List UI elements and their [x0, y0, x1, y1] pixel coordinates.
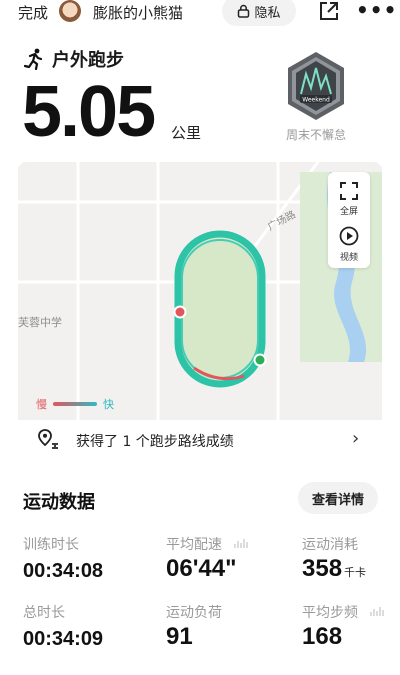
- stat-label-avg-pace: 平均配速: [166, 537, 222, 553]
- privacy-label: 隐私: [254, 5, 281, 21]
- stat-label-calories: 运动消耗: [302, 537, 358, 553]
- pace-legend: 慢 快: [36, 396, 114, 412]
- privacy-button[interactable]: 隐私: [222, 0, 296, 26]
- fullscreen-button[interactable]: 全屏: [328, 176, 370, 220]
- weekend-badge-icon[interactable]: Weekend: [284, 50, 348, 122]
- trend-chart-icon: [370, 607, 384, 616]
- fullscreen-icon: [340, 182, 358, 200]
- play-icon: [339, 226, 359, 246]
- distance-unit: 公里: [171, 124, 202, 142]
- trend-chart-icon: [234, 539, 248, 548]
- done-button[interactable]: 完成: [18, 2, 48, 23]
- share-icon[interactable]: [318, 0, 340, 22]
- legend-fast: 快: [103, 398, 114, 411]
- section-title: 运动数据: [23, 492, 95, 513]
- running-icon: [24, 48, 43, 70]
- avatar[interactable]: [59, 0, 81, 22]
- map-label-school: 芙蓉中学: [18, 316, 62, 329]
- fullscreen-label: 全屏: [339, 207, 358, 217]
- stat-value-total-time: 00:34:09: [23, 628, 104, 650]
- video-label: 视频: [339, 253, 358, 263]
- stat-value-calories: 358 千卡: [302, 555, 366, 583]
- stat-value-avg-cadence: 168: [302, 623, 343, 650]
- distance-value: 5.05: [22, 72, 156, 152]
- stat-label-training-load: 运动负荷: [166, 605, 222, 621]
- stat-label-total-time: 总时长: [23, 605, 65, 621]
- calories-number: 358: [302, 555, 343, 582]
- route-map[interactable]: 芙蓉中学 广场路 全屏 视频 慢 快 获得了 1 个跑步路线成绩 ›: [18, 162, 382, 460]
- legend-gradient: [53, 402, 97, 406]
- top-bar: 完成 膨胀的小熊猫 隐私 •••: [0, 0, 400, 26]
- calories-unit: 千卡: [344, 566, 367, 579]
- svg-text:Weekend: Weekend: [302, 97, 330, 104]
- legend-slow: 慢: [36, 398, 47, 411]
- video-button[interactable]: 视频: [328, 222, 370, 266]
- stat-value-avg-pace: 06'44": [166, 555, 237, 582]
- route-achievement-text: 获得了 1 个跑步路线成绩: [76, 434, 234, 450]
- route-pin-icon: [38, 429, 58, 449]
- stat-label-training-time: 训练时长: [23, 537, 79, 553]
- sport-type: 户外跑步: [24, 46, 124, 72]
- stat-label-avg-cadence: 平均步频: [302, 605, 358, 621]
- route-achievement-row[interactable]: 获得了 1 个跑步路线成绩 ›: [18, 420, 382, 460]
- badge-caption: 周末不懈怠: [285, 128, 346, 142]
- stat-value-training-load: 91: [166, 623, 193, 650]
- chevron-right-icon: ›: [352, 428, 360, 449]
- view-details-button[interactable]: 查看详情: [298, 482, 378, 514]
- username: 膨胀的小熊猫: [93, 4, 184, 22]
- sport-label: 户外跑步: [52, 50, 124, 71]
- map-controls: 全屏 视频: [328, 172, 370, 268]
- stat-value-training-time: 00:34:08: [23, 560, 104, 582]
- lock-icon: [238, 4, 250, 18]
- more-icon[interactable]: •••: [356, 0, 397, 22]
